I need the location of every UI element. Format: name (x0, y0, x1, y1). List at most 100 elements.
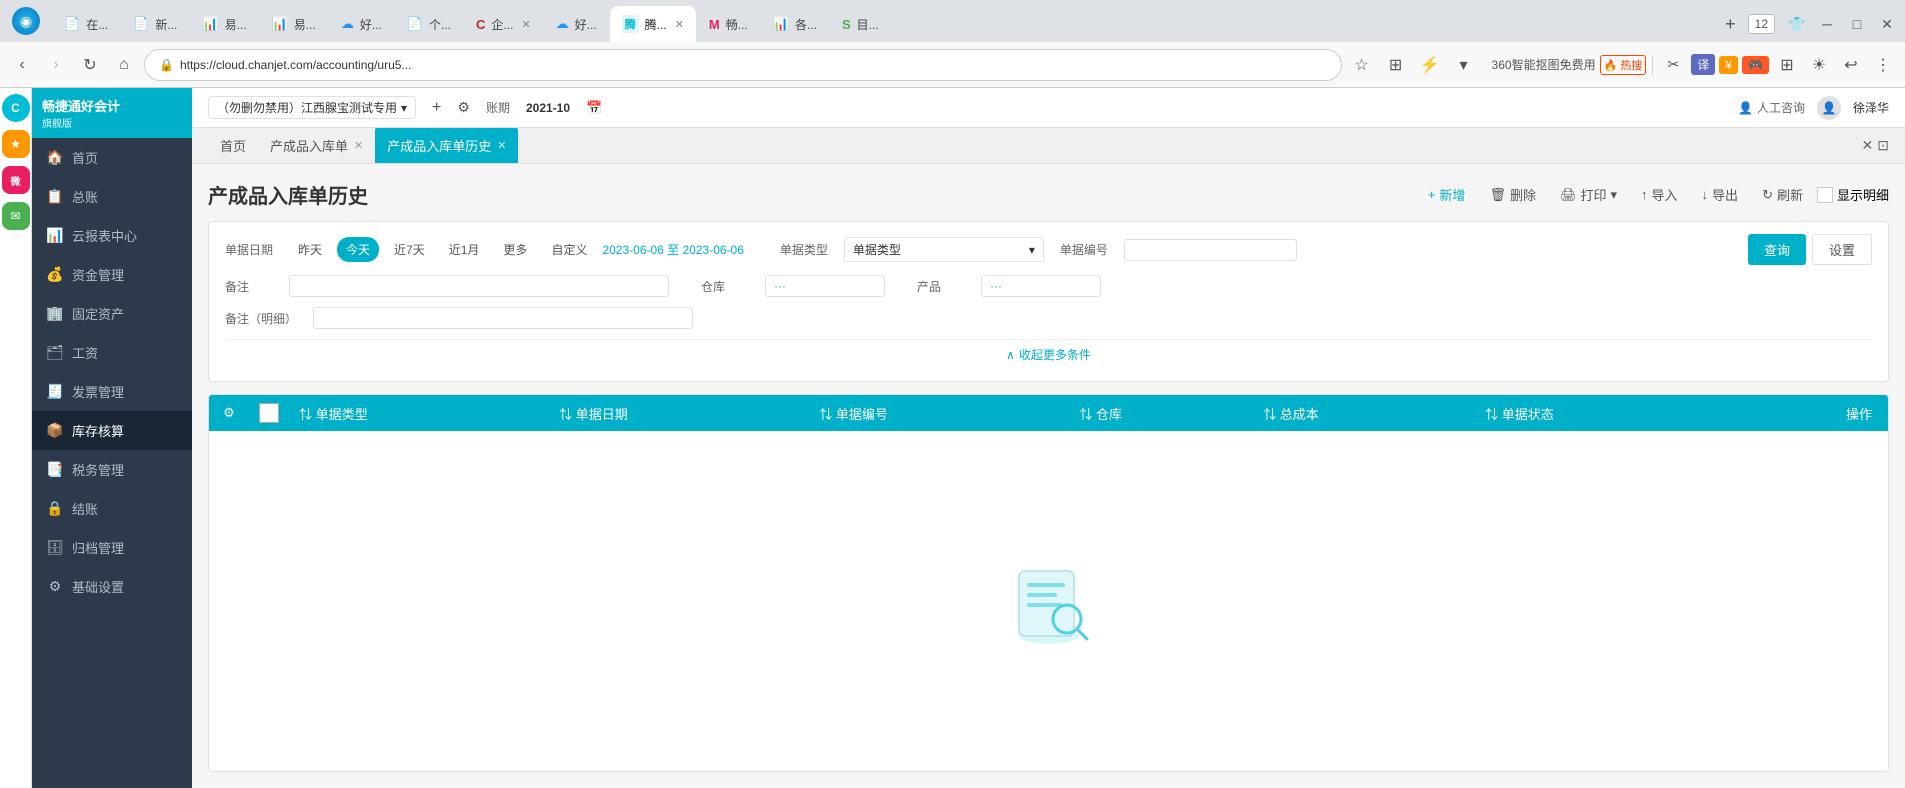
user-service-button[interactable]: 👤 人工咨询 (1738, 99, 1805, 116)
tab-zaiti[interactable]: 📄 在... (52, 6, 120, 42)
delete-button[interactable]: 🗑 删除 (1479, 181, 1546, 208)
table-checkbox-header[interactable] (249, 395, 289, 431)
table-settings-header[interactable]: ⚙ (209, 395, 249, 431)
export-button[interactable]: ↓ 导出 (1692, 181, 1749, 208)
breadcrumb-close-history[interactable]: ✕ (497, 139, 506, 152)
forward-button[interactable]: › (42, 51, 70, 79)
col-status[interactable]: ⇅ 单据状态 (1475, 395, 1735, 431)
show-detail-checkbox[interactable]: 显示明细 (1817, 185, 1889, 204)
select-all-checkbox[interactable] (259, 403, 279, 423)
date-custom[interactable]: 自定义 (542, 237, 596, 262)
breadcrumb-history[interactable]: 产成品入库单历史 ✕ (375, 128, 518, 163)
back-button[interactable]: ‹ (8, 51, 36, 79)
add-button[interactable]: + 新增 (1418, 181, 1476, 208)
tab-mu[interactable]: S 目... (830, 6, 891, 42)
username-label[interactable]: 徐泽华 (1853, 99, 1889, 116)
email-icon-btn[interactable]: ✉ (2, 202, 30, 230)
nav-header[interactable]: 畅捷通好会计 旗舰版 (32, 88, 192, 138)
breadcrumb-close-list[interactable]: ✕ (354, 139, 363, 152)
grid-view-button[interactable]: ⊞ (1773, 51, 1801, 79)
setting-button[interactable]: 设置 (1812, 234, 1872, 265)
browser-logo[interactable]: ◉ (12, 7, 40, 35)
nav-item-fund[interactable]: 💰 资金管理 (32, 255, 192, 294)
bookmark-button[interactable]: ☆ (1348, 51, 1376, 79)
detail-remark-input[interactable] (313, 307, 693, 329)
breadcrumb-home[interactable]: 首页 (208, 128, 258, 163)
nav-item-asset[interactable]: 🏢 固定资产 (32, 294, 192, 333)
more-button[interactable]: ⋮ (1869, 51, 1897, 79)
col-cost[interactable]: ⇅ 总成本 (1253, 395, 1475, 431)
number-filter-input[interactable] (1124, 239, 1297, 261)
col-number[interactable]: ⇅ 单据编号 (809, 395, 1069, 431)
nav-item-archive[interactable]: 🗄 归档管理 (32, 528, 192, 567)
game-button[interactable]: 🎮 (1742, 56, 1769, 74)
user-avatar[interactable]: 👤 (1817, 96, 1841, 120)
maximize-button[interactable]: □ (1843, 10, 1871, 38)
tab-teng[interactable]: 腾 腾... ✕ (610, 6, 696, 42)
query-button[interactable]: 查询 (1748, 234, 1806, 265)
panel-close-button[interactable]: ✕ (1862, 137, 1874, 154)
tab-qi[interactable]: C 企... ✕ (464, 6, 543, 42)
reload-button[interactable]: ↻ (76, 51, 104, 79)
product-filter-input[interactable]: ··· (981, 275, 1101, 297)
tab-yi1[interactable]: 📊 易... (190, 6, 258, 42)
panel-expand-button[interactable]: ⊡ (1877, 137, 1889, 154)
extension-grid-button[interactable]: ⊞ (1382, 51, 1410, 79)
shirt-icon[interactable]: 👕 (1783, 10, 1811, 38)
add-period-button[interactable]: + (432, 99, 441, 117)
warehouse-filter-input[interactable]: ··· (765, 275, 885, 297)
changjietong-logo[interactable]: C (2, 94, 30, 122)
collapse-btn[interactable]: ∧ 收起更多条件 (225, 339, 1872, 369)
tab-ge2[interactable]: 📊 各... (761, 6, 829, 42)
sun-button[interactable]: ☀ (1805, 51, 1833, 79)
print-button[interactable]: 🖨 打印 ▾ (1550, 181, 1627, 208)
col-date[interactable]: ⇅ 单据日期 (549, 395, 809, 431)
tab-chang[interactable]: M 畅... (697, 6, 760, 42)
tab-yi2[interactable]: 📊 易... (260, 6, 328, 42)
nav-item-invoice[interactable]: 🧾 发票管理 (32, 372, 192, 411)
tab-ge[interactable]: 📄 个... (395, 6, 463, 42)
close-button[interactable]: ✕ (1873, 10, 1901, 38)
nav-item-tax[interactable]: 📑 税务管理 (32, 450, 192, 489)
period-settings-button[interactable]: ⚙ (457, 99, 470, 116)
date-today[interactable]: 今天 (337, 237, 379, 262)
nav-item-checkout[interactable]: 🔒 结账 (32, 489, 192, 528)
import-button[interactable]: ↑ 导入 (1631, 181, 1688, 208)
date-more[interactable]: 更多 (494, 237, 536, 262)
nav-item-ledger[interactable]: 📋 总账 (32, 177, 192, 216)
remark-filter-input[interactable] (289, 275, 669, 297)
tab-hao1[interactable]: ☁ 好... (329, 6, 394, 42)
nav-item-report[interactable]: 📊 云报表中心 (32, 216, 192, 255)
undo-button[interactable]: ↩ (1837, 51, 1865, 79)
col-warehouse[interactable]: ⇅ 仓库 (1069, 395, 1253, 431)
tab-close-qi[interactable]: ✕ (521, 18, 530, 31)
tab-xin[interactable]: 📄 新... (121, 6, 189, 42)
tab-hao2[interactable]: ☁ 好... (544, 6, 609, 42)
date-yesterday[interactable]: 昨天 (289, 237, 331, 262)
date-1month[interactable]: 近1月 (440, 237, 489, 262)
nav-item-inventory[interactable]: 📦 库存核算 (32, 411, 192, 450)
nav-item-settings[interactable]: ⚙ 基础设置 (32, 567, 192, 606)
scissors-button[interactable]: ✂ (1659, 51, 1687, 79)
new-tab-button[interactable]: + (1717, 10, 1744, 39)
translate-button[interactable]: 译 (1691, 54, 1715, 75)
org-selector[interactable]: （勿删勿禁用）江西腺宝测试专用 ▾ (208, 96, 416, 119)
tab-count-badge[interactable]: 12 (1748, 14, 1775, 34)
address-dropdown[interactable]: ▾ (1450, 51, 1478, 79)
address-input[interactable]: 🔒 https://cloud.chanjet.com/accounting/u… (144, 49, 1342, 81)
minimize-button[interactable]: ─ (1813, 10, 1841, 38)
breadcrumb-list[interactable]: 产成品入库单 ✕ (258, 128, 375, 163)
star-icon-btn[interactable]: ★ (2, 130, 30, 158)
weibo-icon-btn[interactable]: 微 (2, 166, 30, 194)
type-filter-select[interactable]: 单据类型 ▾ (844, 237, 1044, 262)
nav-item-salary[interactable]: 🗂 工资 (32, 333, 192, 372)
refresh-button[interactable]: ↻ 刷新 (1752, 181, 1813, 208)
calendar-icon[interactable]: 📅 (586, 100, 602, 116)
nav-item-home[interactable]: 🏠 首页 (32, 138, 192, 177)
lightning-button[interactable]: ⚡ (1416, 51, 1444, 79)
yen-button[interactable]: ¥ (1719, 56, 1738, 74)
date-7days[interactable]: 近7天 (385, 237, 434, 262)
col-type[interactable]: ⇅ 单据类型 (289, 395, 549, 431)
tab-close-teng[interactable]: ✕ (675, 18, 684, 31)
home-button[interactable]: ⌂ (110, 51, 138, 79)
